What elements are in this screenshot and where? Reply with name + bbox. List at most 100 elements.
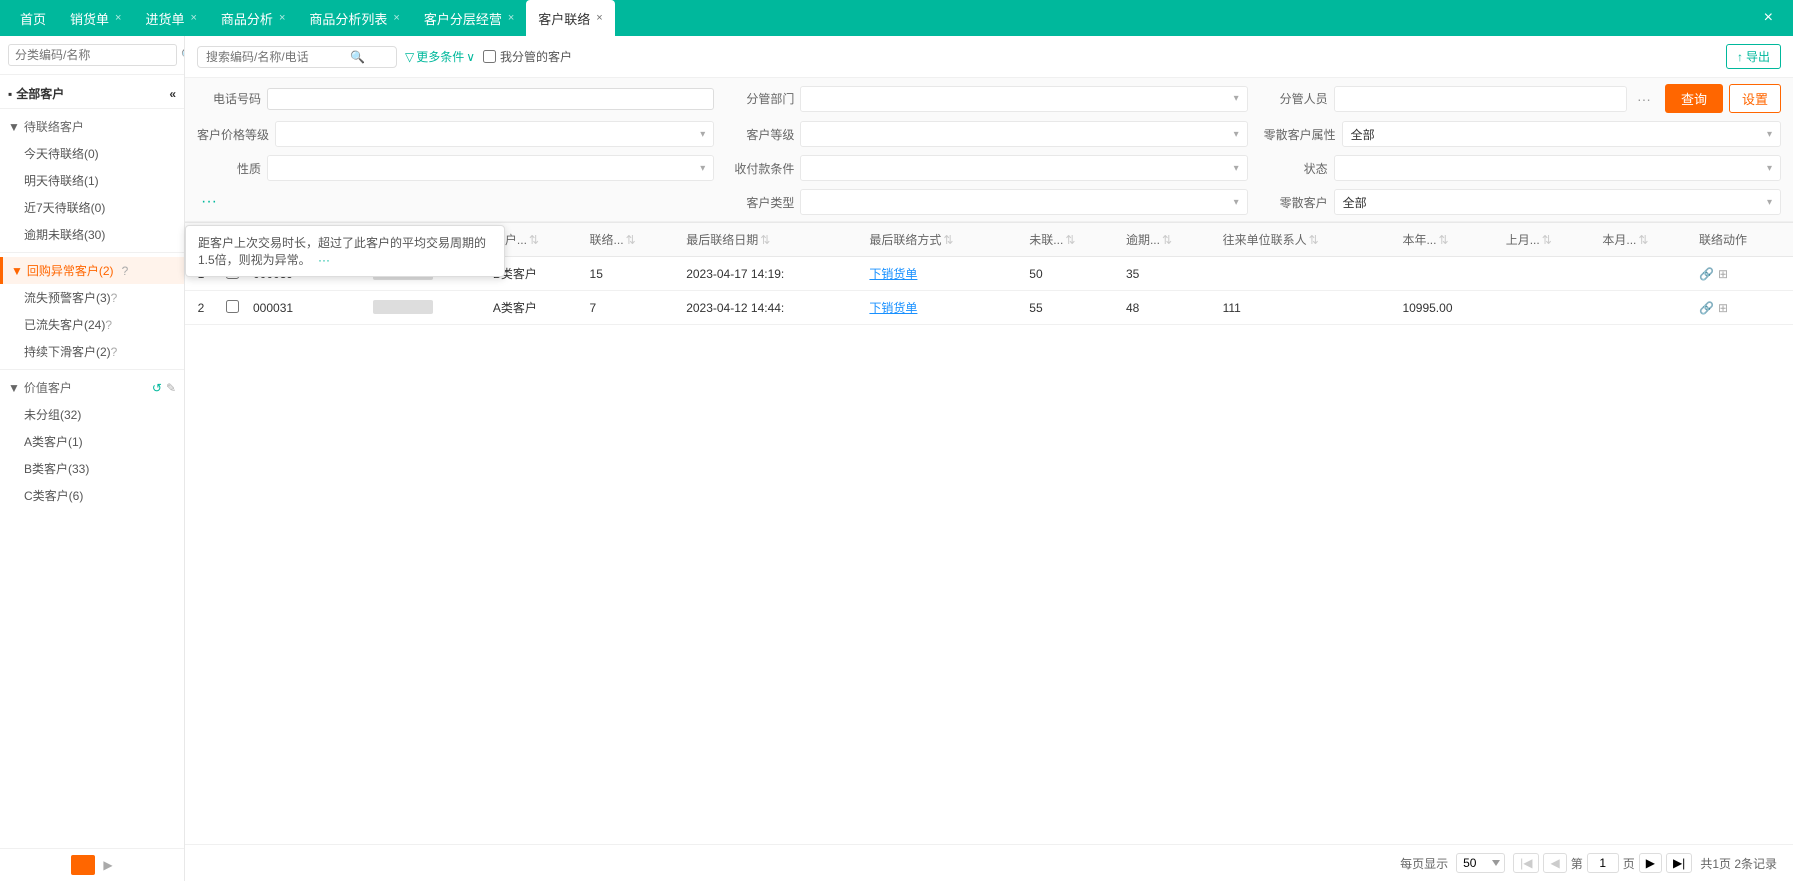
filter-bar: 🔍 ▽ 更多条件 ∨ 我分管的客户 ↑ 导出 [185,36,1793,78]
nav-close-icon[interactable]: × [596,12,602,24]
tree-item-unclassified[interactable]: 未分组(32) [0,401,184,428]
filter-customer-grade-select[interactable]: ▾ [800,121,1247,147]
tree-item-today[interactable]: 今天待联络(0) [0,140,184,167]
filter-scatter-customer-select[interactable]: 全部 ▾ [1334,189,1781,215]
tree-item-loss-warning[interactable]: 流失预警客户(3) ? [0,284,184,311]
my-customer-check[interactable] [483,50,496,63]
tree-collapse-icon[interactable]: « [169,87,176,101]
tree-section-pending-title[interactable]: ▼ 待联络客户 [0,113,184,140]
row-checkbox-cell[interactable] [217,291,247,325]
nav-item-analysis-list[interactable]: 商品分析列表 × [297,0,411,36]
filter-person-select[interactable] [1334,86,1627,112]
pagination-bar: 每页显示 50 100 200 |◀ ◀ 第 页 ▶ ▶| 共1页 2条记录 [185,844,1793,881]
nav-item-label: 进货单 [145,9,184,28]
more-filters-dots[interactable]: ··· [201,193,217,211]
tree-section-abnormal-title[interactable]: ▼ 回购异常客户(2) ? [0,257,184,284]
nav-item-label: 客户分层经营 [424,9,502,28]
filter-customer-type: 客户类型 ▾ [730,189,1247,215]
tree-header-label: 全部客户 [16,85,64,102]
action-grid-icon[interactable]: ⊞ [1718,301,1728,315]
tree-item-class-b[interactable]: B类客户(33) [0,455,184,482]
col-header-last-date[interactable]: 最后联络日期 ⇅ [680,223,863,257]
sidebar-search-input[interactable] [8,44,177,66]
col-header-contact[interactable]: 联络... ⇅ [584,223,681,257]
tree-section-value-title[interactable]: ▼ 价值客户 ↺ ✎ [0,374,184,401]
action-link-icon[interactable]: 🔗 [1699,301,1714,315]
action-link-icon[interactable]: 🔗 [1699,267,1714,281]
dots-button[interactable]: ··· [1637,91,1651,107]
filter-price-grade: 客户价格等级 ▾ [197,121,714,147]
filter-customer-grade: 客户等级 ▾ [730,121,1247,147]
col-header-last-method[interactable]: 最后联络方式 ⇅ [863,223,1023,257]
tree-item-class-a[interactable]: A类客户(1) [0,428,184,455]
row-last-method[interactable]: 下销货单 [863,291,1023,325]
nav-close-icon[interactable]: × [508,12,514,24]
nav-close-icon[interactable]: × [115,12,121,24]
search-icon[interactable]: 🔍 [350,50,365,64]
nav-item-sales[interactable]: 销货单 × [58,0,133,36]
per-page-select[interactable]: 50 100 200 [1456,853,1505,873]
more-conditions-btn[interactable]: ▽ 更多条件 ∨ [405,48,475,65]
row-checkbox[interactable] [226,300,239,313]
table-area: ⚙ 客户编码 ⇅ 客户名称 [185,222,1793,844]
first-page-button[interactable]: |◀ [1513,853,1539,873]
filter-payment: 收付款条件 ▾ [730,155,1247,181]
page-number-input[interactable] [1587,853,1619,873]
filter-price-grade-select[interactable]: ▾ [275,121,714,147]
filter-nature-select[interactable]: ▾ [267,155,714,181]
contact-method-link[interactable]: 下销货单 [869,267,917,281]
col-overdue-label: 逾期... [1126,231,1160,248]
tree-item-7days[interactable]: 近7天待联络(0) [0,194,184,221]
filter-phone-input[interactable] [267,88,714,110]
window-close-button[interactable]: × [1752,9,1785,27]
tree-item-overdue[interactable]: 逾期未联络(30) [0,221,184,248]
filter-value: 全部 [1343,194,1367,211]
tree-item-declining[interactable]: 持续下滑客户(2) ? [0,338,184,365]
filter-customer-type-select[interactable]: ▾ [800,189,1247,215]
nav-close-icon[interactable]: × [190,12,196,24]
query-button[interactable]: 查询 [1665,84,1723,113]
nav-close-icon[interactable]: × [279,12,285,24]
col-header-this-month[interactable]: 本月... ⇅ [1596,223,1693,257]
settings-button[interactable]: 设置 [1729,84,1781,113]
nav-item-customer-contact[interactable]: 客户联络 × [526,0,614,36]
nav-item-home[interactable]: 首页 [8,0,58,36]
filter-scatter-attr-select[interactable]: 全部 ▾ [1342,121,1781,147]
sidebar-bottom-arrow[interactable]: ▶ [103,858,112,872]
col-header-overdue[interactable]: 逾期... ⇅ [1120,223,1217,257]
last-page-button[interactable]: ▶| [1666,853,1692,873]
nav-item-customer-tier[interactable]: 客户分层经营 × [412,0,526,36]
per-page-label: 每页显示 [1400,855,1448,872]
tree-item-class-c[interactable]: C类客户(6) [0,482,184,509]
row-last-method[interactable]: 下销货单 [863,257,1023,291]
filter-payment-select[interactable]: ▾ [800,155,1247,181]
tree-item-lost[interactable]: 已流失客户(24) ? [0,311,184,338]
filter-dept-select[interactable]: ▾ [800,86,1247,112]
tree-all-customers-header[interactable]: ▪ 全部客户 « [0,79,184,109]
filter-status-select[interactable]: ▾ [1334,155,1781,181]
col-header-company-contact[interactable]: 往来单位联系人 ⇅ [1217,223,1397,257]
export-button[interactable]: ↑ 导出 [1726,44,1781,69]
tree-item-tomorrow[interactable]: 明天待联络(1) [0,167,184,194]
sort-icon: ⇅ [1542,233,1552,247]
next-page-button[interactable]: ▶ [1639,853,1662,873]
search-input[interactable] [206,50,346,64]
my-customer-checkbox[interactable]: 我分管的客户 [483,48,572,65]
edit-icon[interactable]: ✎ [166,381,176,395]
col-header-this-year[interactable]: 本年... ⇅ [1396,223,1499,257]
chevron-down-icon: ▾ [1767,129,1772,140]
action-grid-icon[interactable]: ⊞ [1718,267,1728,281]
col-header-un-contact[interactable]: 未联... ⇅ [1023,223,1120,257]
row-type: A类客户 [487,291,584,325]
refresh-icon[interactable]: ↺ [152,381,162,395]
blurred-name [373,300,433,314]
prev-page-button[interactable]: ◀ [1543,853,1566,873]
contact-method-link[interactable]: 下销货单 [869,301,917,315]
row-name [367,291,487,325]
nav-close-icon[interactable]: × [393,12,399,24]
nav-item-analysis[interactable]: 商品分析 × [209,0,297,36]
col-header-last-month[interactable]: 上月... ⇅ [1500,223,1597,257]
help-icon[interactable]: ? [122,264,129,278]
nav-item-purchase[interactable]: 进货单 × [133,0,208,36]
sidebar-search-area: 🔍 [0,36,184,75]
